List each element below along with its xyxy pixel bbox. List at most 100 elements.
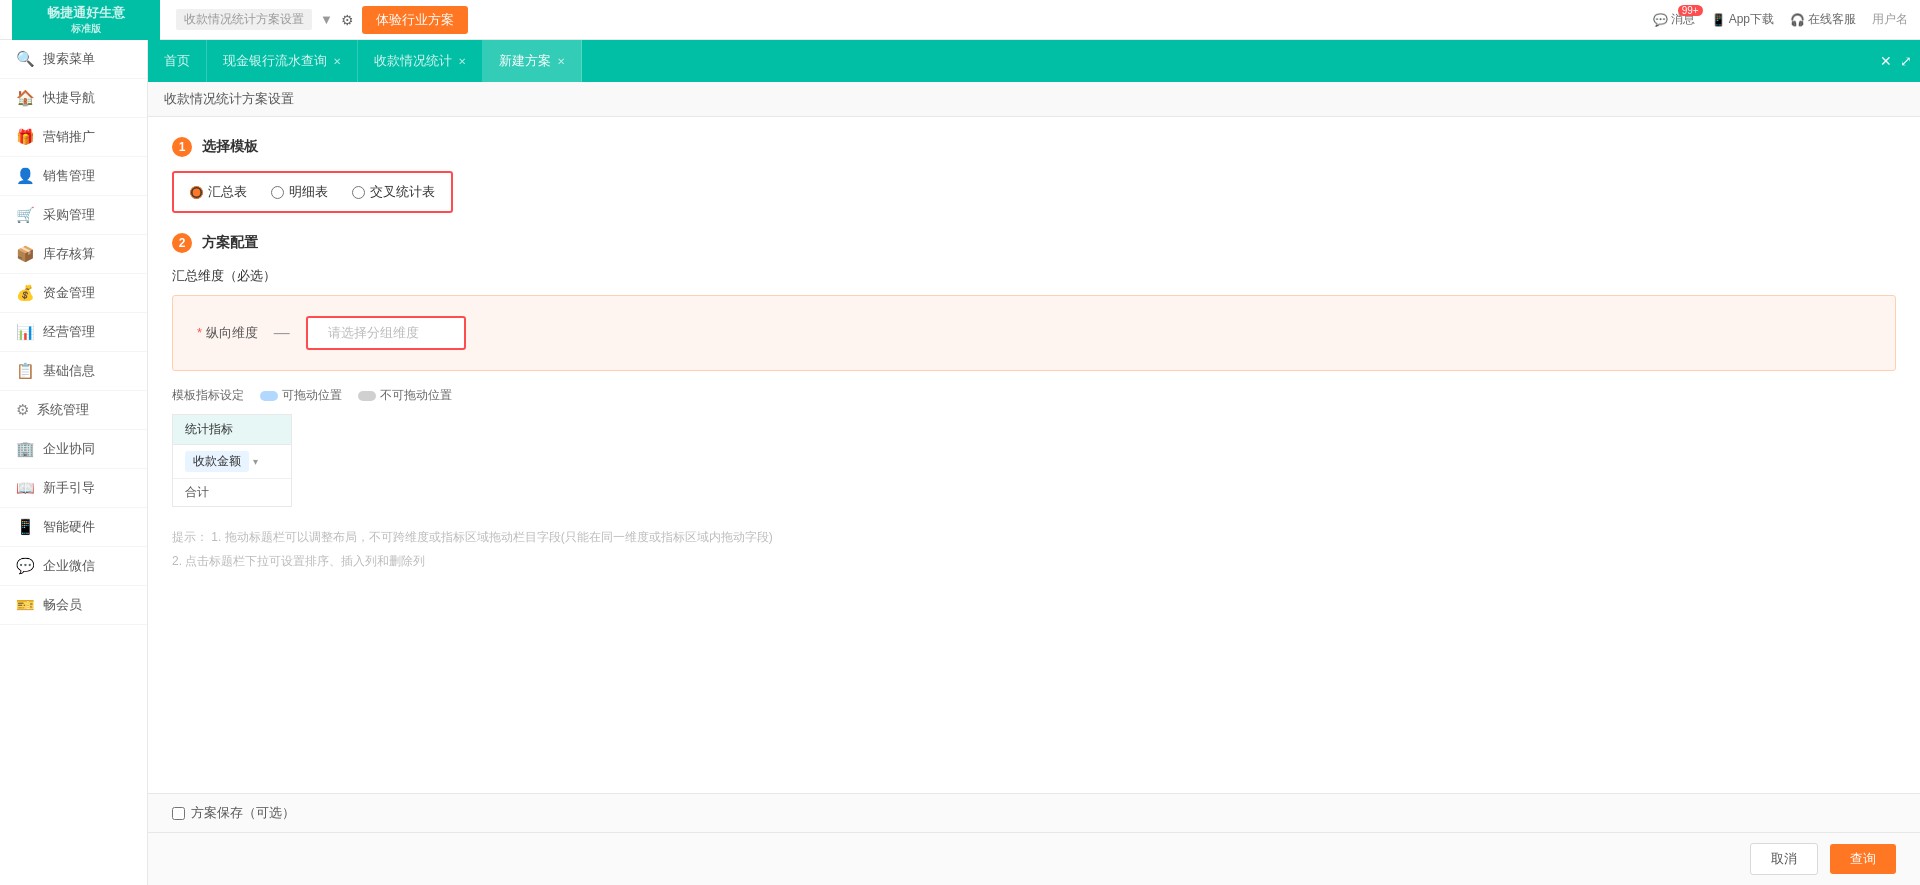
building-icon: 🏢 (16, 440, 35, 458)
download-icon: 📱 (1711, 13, 1726, 27)
hint-text-area: 提示： 1. 拖动标题栏可以调整布局，不可跨维度或指标区域拖动栏目字段(只能在同… (172, 527, 1896, 572)
radio-detail-input[interactable] (271, 186, 284, 199)
radio-detail-label: 明细表 (289, 183, 328, 201)
download-label: App下载 (1729, 11, 1774, 28)
sidebar-item-purchase[interactable]: 🛒 采购管理 (0, 196, 147, 235)
page-title: 收款情况统计方案设置 (164, 91, 294, 106)
sidebar-label-member: 畅会员 (43, 596, 82, 614)
content-area: 收款情况统计方案设置 1 选择模板 汇总表 (148, 82, 1920, 885)
tab-new-plan-label: 新建方案 (499, 52, 551, 70)
metrics-section: 模板指标设定 可拖动位置 不可拖动位置 (172, 387, 1896, 507)
radio-summary-input[interactable] (190, 186, 203, 199)
app-download-link[interactable]: 📱 App下载 (1711, 11, 1774, 28)
sidebar-label-basicinfo: 基础信息 (43, 362, 95, 380)
metrics-grid-header: 统计指标 (173, 415, 291, 445)
radio-cross-input[interactable] (352, 186, 365, 199)
sidebar-item-smarthw[interactable]: 📱 智能硬件 (0, 508, 147, 547)
sidebar-item-operation[interactable]: 📊 经营管理 (0, 313, 147, 352)
section2-header: 2 方案配置 (172, 233, 1896, 253)
save-checkbox[interactable] (172, 807, 185, 820)
sidebar-item-finance[interactable]: 💰 资金管理 (0, 274, 147, 313)
dimension-label: 汇总维度（必选） (172, 267, 1896, 285)
user-icon: 👤 (16, 167, 35, 185)
sidebar-item-beginner[interactable]: 📖 新手引导 (0, 469, 147, 508)
sidebar-item-member[interactable]: 🎫 畅会员 (0, 586, 147, 625)
tab-expand[interactable]: ⤢ (1900, 53, 1912, 69)
metrics-header-label: 模板指标设定 (172, 387, 244, 404)
user-name[interactable]: 用户名 (1872, 11, 1908, 28)
tab-collection-stats[interactable]: 收款情况统计 ✕ (358, 40, 483, 82)
notification-area[interactable]: 💬 消息 99+ (1653, 11, 1695, 28)
metrics-tag-payment[interactable]: 收款金额 ▾ (173, 445, 291, 478)
dimension-config: 汇总维度（必选） * 纵向维度 — 请选择分组维度 (172, 267, 1896, 371)
save-option-label[interactable]: 方案保存（可选） (172, 804, 295, 822)
query-button[interactable]: 查询 (1830, 844, 1896, 874)
fixed-hint: 不可拖动位置 (358, 387, 452, 404)
sidebar-item-corp[interactable]: 🏢 企业协同 (0, 430, 147, 469)
radio-cross-label: 交叉统计表 (370, 183, 435, 201)
service-label: 在线客服 (1808, 11, 1856, 28)
radio-detail[interactable]: 明细表 (271, 183, 328, 201)
sidebar-label-system: 系统管理 (37, 401, 89, 419)
metrics-hints: 模板指标设定 可拖动位置 不可拖动位置 (172, 387, 1896, 404)
sidebar-item-system[interactable]: ⚙ 系统管理 (0, 391, 147, 430)
tab-bar-actions: ✕ ⤢ (1880, 53, 1920, 69)
hint-line-2: 2. 点击标题栏下拉可设置排序、插入列和删除列 (172, 551, 1896, 573)
sidebar-label-marketing: 营销推广 (43, 128, 95, 146)
sidebar-label-purchase: 采购管理 (43, 206, 95, 224)
dim-row-label: 纵向维度 (206, 325, 258, 340)
save-option-text: 方案保存（可选） (191, 804, 295, 822)
dim-selector[interactable]: 请选择分组维度 (306, 316, 466, 350)
online-service-link[interactable]: 🎧 在线客服 (1790, 11, 1856, 28)
tab-new-plan-close[interactable]: ✕ (557, 56, 565, 67)
gear-button[interactable]: ⚙ (341, 12, 354, 28)
hint-line-1: 提示： 1. 拖动标题栏可以调整布局，不可跨维度或指标区域拖动栏目字段(只能在同… (172, 527, 1896, 549)
box-icon: 📦 (16, 245, 35, 263)
tab-home[interactable]: 首页 (148, 40, 207, 82)
sidebar-item-inventory[interactable]: 📦 库存核算 (0, 235, 147, 274)
sidebar-item-sales[interactable]: 👤 销售管理 (0, 157, 147, 196)
section2-num: 2 (172, 233, 192, 253)
sidebar: 🔍 搜索菜单 🏠 快捷导航 🎁 营销推广 👤 销售管理 🛒 采购管理 📦 库存核… (0, 40, 148, 885)
radio-cross[interactable]: 交叉统计表 (352, 183, 435, 201)
dimension-row: * 纵向维度 — 请选择分组维度 (197, 316, 1871, 350)
sidebar-item-marketing[interactable]: 🎁 营销推广 (0, 118, 147, 157)
sidebar-label-smarthw: 智能硬件 (43, 518, 95, 536)
tab-collection-stats-close[interactable]: ✕ (458, 56, 466, 67)
logo-sub: 标准版 (71, 22, 101, 36)
dim-row-required: * 纵向维度 (197, 324, 258, 342)
dimension-area: * 纵向维度 — 请选择分组维度 (172, 295, 1896, 371)
gift-icon: 🎁 (16, 128, 35, 146)
tab-bank-flow-close[interactable]: ✕ (333, 56, 341, 67)
ticket-icon: 🎫 (16, 596, 35, 614)
notification-count: 99+ (1678, 5, 1703, 16)
tab-new-plan[interactable]: 新建方案 ✕ (483, 40, 582, 82)
sidebar-item-corpwechat[interactable]: 💬 企业微信 (0, 547, 147, 586)
save-option-bar: 方案保存（可选） (148, 793, 1920, 832)
industry-btn[interactable]: 体验行业方案 (362, 6, 468, 34)
sidebar-item-quicknav[interactable]: 🏠 快捷导航 (0, 79, 147, 118)
dropdown-icon[interactable]: ▼ (320, 12, 333, 27)
search-menu-icon: 🔍 (16, 50, 35, 68)
footer-bar: 取消 查询 (148, 832, 1920, 885)
radio-summary[interactable]: 汇总表 (190, 183, 247, 201)
service-icon: 🎧 (1790, 13, 1805, 27)
sidebar-item-search[interactable]: 🔍 搜索菜单 (0, 40, 147, 79)
page-title-bar: 收款情况统计方案设置 (148, 82, 1920, 117)
sidebar-item-basicinfo[interactable]: 📋 基础信息 (0, 352, 147, 391)
tab-home-label: 首页 (164, 52, 190, 70)
app-logo: 畅捷通好生意 标准版 (12, 0, 160, 40)
right-content: 首页 现金银行流水查询 ✕ 收款情况统计 ✕ 新建方案 ✕ ✕ ⤢ (148, 40, 1920, 885)
system-icon: ⚙ (16, 401, 29, 419)
fixed-indicator (358, 391, 376, 401)
tab-close-all[interactable]: ✕ (1880, 53, 1892, 69)
tab-bank-flow[interactable]: 现金银行流水查询 ✕ (207, 40, 358, 82)
section2-title: 方案配置 (202, 234, 258, 252)
sidebar-label-inventory: 库存核算 (43, 245, 95, 263)
template-selection-group: 汇总表 明细表 交叉统计表 (172, 171, 453, 213)
cart-icon: 🛒 (16, 206, 35, 224)
header-left: 畅捷通好生意 标准版 收款情况统计方案设置 ▼ ⚙ 体验行业方案 (12, 0, 468, 40)
cancel-button[interactable]: 取消 (1750, 843, 1818, 875)
chevron-down-icon[interactable]: ▾ (253, 456, 258, 467)
section1-header: 1 选择模板 (172, 137, 1896, 157)
